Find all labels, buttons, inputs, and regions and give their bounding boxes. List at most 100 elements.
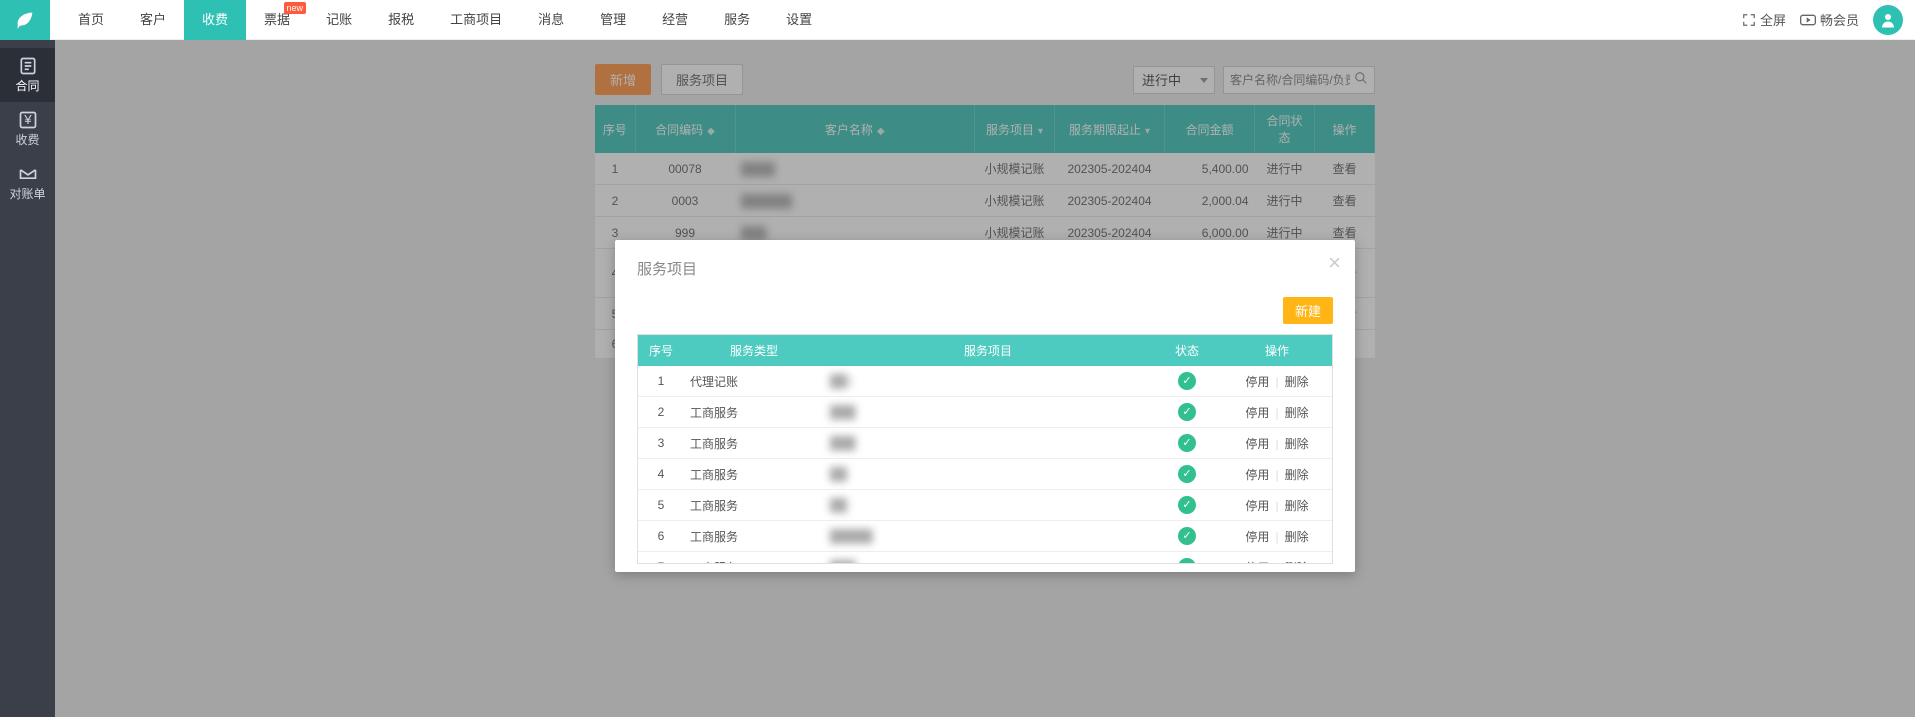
mcell-status: ✓ xyxy=(1152,366,1222,397)
mcell-seq: 5 xyxy=(638,490,684,521)
mcell-ops: 停用|删除 xyxy=(1222,366,1332,397)
sidebar-item-合同[interactable]: 合同 xyxy=(0,48,55,102)
delete-link[interactable]: 删除 xyxy=(1279,468,1315,482)
check-icon: ✓ xyxy=(1178,558,1196,564)
delete-link[interactable]: 删除 xyxy=(1279,499,1315,513)
delete-link[interactable]: 删除 xyxy=(1279,530,1315,544)
sidebar-item-收费[interactable]: ¥ 收费 xyxy=(0,102,55,156)
disable-link[interactable]: 停用 xyxy=(1239,375,1275,389)
modal-table-scroll[interactable]: 序号 服务类型 服务项目 状态 操作 1代理记账██1✓停用|删除2工商服务██… xyxy=(637,334,1333,564)
mcol-status: 状态 xyxy=(1152,335,1222,366)
mcell-status: ✓ xyxy=(1152,521,1222,552)
check-icon: ✓ xyxy=(1178,527,1196,545)
mcell-ops: 停用|删除 xyxy=(1222,490,1332,521)
nav-item-首页[interactable]: 首页 xyxy=(60,0,122,40)
table-row: 6工商服务█████ ✓ 停用|删除 xyxy=(638,521,1332,552)
table-row: 3工商服务███ ✓ 停用|删除 xyxy=(638,428,1332,459)
mcell-item: ███ xyxy=(824,428,1152,459)
svg-text:¥: ¥ xyxy=(23,112,32,127)
fullscreen-button[interactable]: 全屏 xyxy=(1742,10,1786,29)
sidebar-item-label: 收费 xyxy=(0,131,55,148)
nav-item-工商项目[interactable]: 工商项目 xyxy=(432,0,520,40)
nav-item-客户[interactable]: 客户 xyxy=(122,0,184,40)
table-row: 4工商服务██✓停用|删除 xyxy=(638,459,1332,490)
nav-item-服务[interactable]: 服务 xyxy=(706,0,768,40)
mcell-type: 工商服务 xyxy=(684,552,824,565)
mcell-type: 代理记账 xyxy=(684,366,824,397)
mcell-item: ███ xyxy=(824,552,1152,565)
nav-item-报税[interactable]: 报税 xyxy=(370,0,432,40)
mcell-status: ✓ xyxy=(1152,490,1222,521)
nav-item-消息[interactable]: 消息 xyxy=(520,0,582,40)
mcell-item: █████ xyxy=(824,521,1152,552)
table-row: 2工商服务███✓停用|删除 xyxy=(638,397,1332,428)
new-service-button[interactable]: 新建 xyxy=(1283,297,1333,324)
mcell-seq: 2 xyxy=(638,397,684,428)
service-items-table: 序号 服务类型 服务项目 状态 操作 1代理记账██1✓停用|删除2工商服务██… xyxy=(638,335,1332,564)
sidebar-item-label: 合同 xyxy=(0,77,55,94)
content-area: 新增 服务项目 进行中 序号 合同编码◆ xyxy=(55,40,1915,717)
mcell-ops: 停用|删除 xyxy=(1222,428,1332,459)
disable-link[interactable]: 停用 xyxy=(1239,468,1275,482)
check-icon: ✓ xyxy=(1178,465,1196,483)
fullscreen-icon xyxy=(1742,13,1756,27)
sidebar-icon: ¥ xyxy=(18,110,38,128)
mcell-type: 工商服务 xyxy=(684,428,824,459)
mcell-item: ██ xyxy=(824,459,1152,490)
mcell-item: ██ xyxy=(824,490,1152,521)
disable-link[interactable]: 停用 xyxy=(1239,561,1275,565)
check-icon: ✓ xyxy=(1178,496,1196,514)
app-logo[interactable] xyxy=(0,0,50,40)
table-row: 7工商服务███ ✓ 停用|删除 xyxy=(638,552,1332,565)
nav-item-收费[interactable]: 收费 xyxy=(184,0,246,40)
mcell-status: ✓ xyxy=(1152,459,1222,490)
disable-link[interactable]: 停用 xyxy=(1239,406,1275,420)
leaf-icon xyxy=(14,9,36,31)
user-avatar[interactable] xyxy=(1873,5,1903,35)
nav-item-票据[interactable]: 票据new xyxy=(246,0,308,40)
mcell-type: 工商服务 xyxy=(684,459,824,490)
mcell-type: 工商服务 xyxy=(684,521,824,552)
mcol-seq: 序号 xyxy=(638,335,684,366)
mcell-seq: 7 xyxy=(638,552,684,565)
mcol-type: 服务类型 xyxy=(684,335,824,366)
fullscreen-label: 全屏 xyxy=(1760,10,1786,29)
modal-overlay[interactable]: × 服务项目 新建 序号 服务类型 服务项目 状态 操作 1代理记账██1✓停用… xyxy=(55,40,1915,717)
mcell-ops: 停用|删除 xyxy=(1222,521,1332,552)
mcell-type: 工商服务 xyxy=(684,490,824,521)
mcell-seq: 6 xyxy=(638,521,684,552)
close-icon[interactable]: × xyxy=(1328,250,1341,276)
table-row: 1代理记账██1✓停用|删除 xyxy=(638,366,1332,397)
mcell-ops: 停用|删除 xyxy=(1222,397,1332,428)
nav-item-设置[interactable]: 设置 xyxy=(768,0,830,40)
video-icon xyxy=(1800,14,1816,26)
sidebar-item-对账单[interactable]: 对账单 xyxy=(0,156,55,210)
new-badge: new xyxy=(284,2,307,14)
modal-title: 服务项目 xyxy=(637,258,1333,279)
mcell-type: 工商服务 xyxy=(684,397,824,428)
nav-item-管理[interactable]: 管理 xyxy=(582,0,644,40)
disable-link[interactable]: 停用 xyxy=(1239,437,1275,451)
mcell-ops: 停用|删除 xyxy=(1222,552,1332,565)
mcell-seq: 3 xyxy=(638,428,684,459)
member-button[interactable]: 畅会员 xyxy=(1800,10,1859,29)
delete-link[interactable]: 删除 xyxy=(1279,406,1315,420)
left-sidebar: 合同 ¥ 收费对账单 xyxy=(0,40,55,717)
delete-link[interactable]: 删除 xyxy=(1279,561,1315,565)
nav-item-记账[interactable]: 记账 xyxy=(308,0,370,40)
mcell-ops: 停用|删除 xyxy=(1222,459,1332,490)
disable-link[interactable]: 停用 xyxy=(1239,499,1275,513)
person-icon xyxy=(1879,11,1897,29)
nav-item-经营[interactable]: 经营 xyxy=(644,0,706,40)
mcell-status: ✓ xyxy=(1152,428,1222,459)
mcell-item: ██1 xyxy=(824,366,1152,397)
top-navbar: 首页客户收费票据new记账报税工商项目消息管理经营服务设置 全屏 畅会员 xyxy=(0,0,1915,40)
check-icon: ✓ xyxy=(1178,372,1196,390)
disable-link[interactable]: 停用 xyxy=(1239,530,1275,544)
mcell-status: ✓ xyxy=(1152,552,1222,565)
check-icon: ✓ xyxy=(1178,434,1196,452)
member-label: 畅会员 xyxy=(1820,10,1859,29)
check-icon: ✓ xyxy=(1178,403,1196,421)
delete-link[interactable]: 删除 xyxy=(1279,437,1315,451)
delete-link[interactable]: 删除 xyxy=(1279,375,1315,389)
